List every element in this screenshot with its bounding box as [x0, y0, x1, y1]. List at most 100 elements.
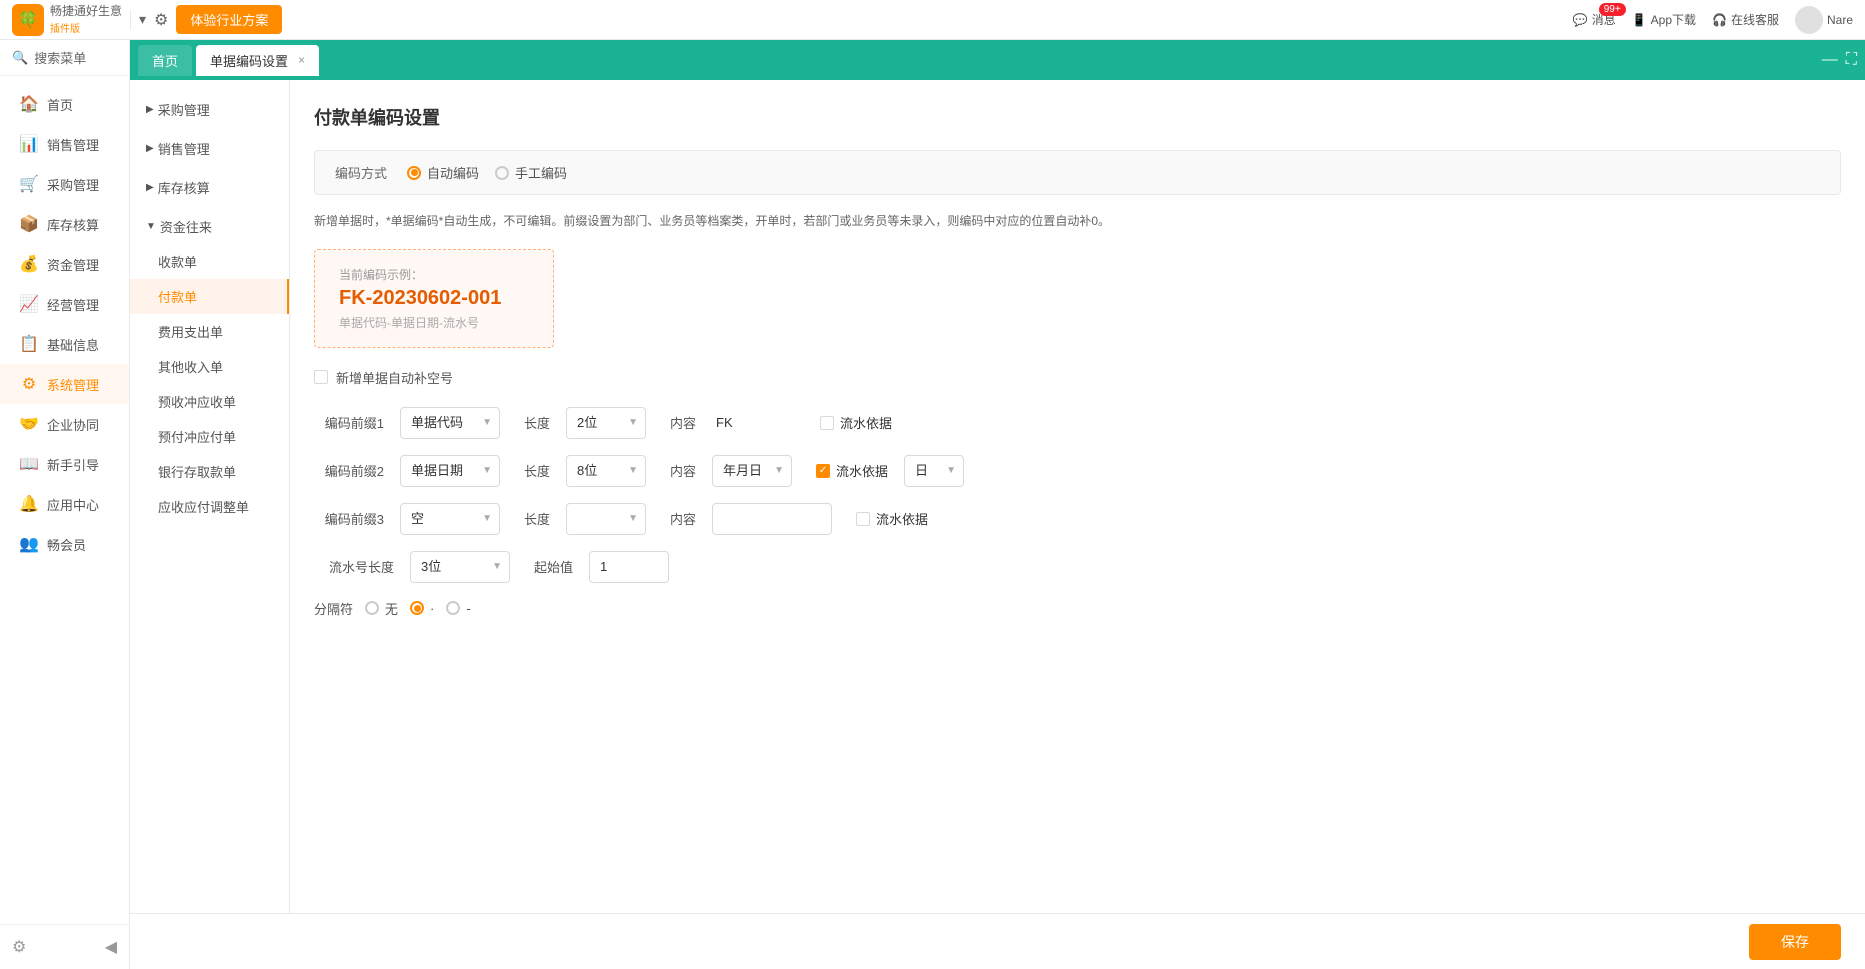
- sidebar-item-management[interactable]: 📈 经营管理: [0, 284, 129, 324]
- serial-row: 流水号长度 3位 ▼ 起始值: [314, 551, 1841, 583]
- page-title: 付款单编码设置: [314, 104, 1841, 130]
- prefix1-row: 编码前缀1 单据代码 ▼ 长度 2位 ▼ 内容: [314, 407, 1841, 439]
- length1-select-wrapper: 2位 ▼: [566, 407, 646, 439]
- sub-item-other-income[interactable]: 其他收入单: [130, 349, 289, 384]
- content3-label: 内容: [670, 509, 696, 528]
- sub-group-finance-title[interactable]: ▼ 资金往来: [130, 209, 289, 244]
- sub-item-advance-payment[interactable]: 预付冲应付单: [130, 419, 289, 454]
- sub-item-bank[interactable]: 银行存取款单: [130, 454, 289, 489]
- serial1-checkbox[interactable]: [820, 416, 834, 430]
- example-prefix: 当前编码示例：: [339, 266, 529, 283]
- sub-item-payment[interactable]: 付款单: [130, 279, 289, 314]
- settings-btn[interactable]: ⚙: [154, 10, 168, 30]
- auto-fill-label: 新增单据自动补空号: [336, 368, 453, 387]
- brand-icon: 🍀: [12, 4, 44, 36]
- sub-group-inventory-title[interactable]: ▶ 库存核算: [130, 170, 289, 205]
- home-icon: 🏠: [19, 94, 39, 114]
- brand-text: 畅捷通好生意 插件版: [50, 4, 122, 35]
- sep-dot-option[interactable]: ·: [410, 601, 434, 616]
- sidebar-item-label: 采购管理: [47, 175, 99, 194]
- sidebar-item-collab[interactable]: 🤝 企业协同: [0, 404, 129, 444]
- sidebar-item-members[interactable]: 👥 畅会员: [0, 524, 129, 564]
- prefix2-select[interactable]: 单据日期: [400, 455, 500, 487]
- sep-dash-option[interactable]: -: [446, 601, 470, 616]
- tab-settings[interactable]: 单据编码设置 ×: [196, 45, 319, 76]
- sidebar-item-label: 基础信息: [47, 335, 99, 354]
- user-area[interactable]: Nare: [1795, 6, 1853, 34]
- tab-close-icon[interactable]: ×: [298, 53, 305, 67]
- purchase-icon: 🛒: [19, 174, 39, 194]
- tab-minimize-btn[interactable]: —: [1822, 51, 1838, 69]
- top-bar-left: 🍀 畅捷通好生意 插件版 ▾ ⚙ 体验行业方案: [12, 4, 282, 36]
- sub-group-purchase-title[interactable]: ▶ 采购管理: [130, 92, 289, 127]
- sidebar-item-purchase[interactable]: 🛒 采购管理: [0, 164, 129, 204]
- auto-fill-checkbox[interactable]: [314, 370, 328, 384]
- sidebar-item-inventory[interactable]: 📦 库存核算: [0, 204, 129, 244]
- save-button[interactable]: 保存: [1749, 924, 1841, 960]
- length3-select[interactable]: [566, 503, 646, 535]
- sales-icon: 📊: [19, 134, 39, 154]
- online-service-btn[interactable]: 🎧 在线客服: [1712, 11, 1779, 28]
- serial-len-select[interactable]: 3位: [410, 551, 510, 583]
- sub-item-label: 银行存取款单: [158, 465, 236, 480]
- user-avatar: [1795, 6, 1823, 34]
- industry-btn[interactable]: 体验行业方案: [176, 5, 282, 34]
- expand-btn[interactable]: ▾: [139, 11, 146, 28]
- sub-group-label: 库存核算: [158, 178, 210, 197]
- radio-auto-label: 自动编码: [427, 163, 479, 182]
- length2-select-wrapper: 8位 ▼: [566, 455, 646, 487]
- sub-item-label: 预收冲应收单: [158, 395, 236, 410]
- content3-input[interactable]: [712, 503, 832, 535]
- sub-group-sales-title[interactable]: ▶ 销售管理: [130, 131, 289, 166]
- length1-select[interactable]: 2位: [566, 407, 646, 439]
- prefix3-select-wrapper: 空 ▼: [400, 503, 500, 535]
- radio-manual[interactable]: 手工编码: [495, 163, 567, 182]
- sub-group-inventory: ▶ 库存核算: [130, 170, 289, 205]
- separator-row: 分隔符 无 · -: [314, 599, 1841, 618]
- sidebar-item-system[interactable]: ⚙ 系统管理: [0, 364, 129, 404]
- sidebar-item-sales[interactable]: 📊 销售管理: [0, 124, 129, 164]
- inventory-icon: 📦: [19, 214, 39, 234]
- messages-btn[interactable]: 💬 消息 99+: [1573, 11, 1616, 28]
- sidebar-collapse-btn[interactable]: ◀: [105, 937, 117, 957]
- example-box: 当前编码示例： FK-20230602-001 单据代码-单据日期-流水号: [314, 249, 554, 348]
- sidebar-item-finance[interactable]: 💰 资金管理: [0, 244, 129, 284]
- prefix1-select[interactable]: 单据代码: [400, 407, 500, 439]
- content2-select[interactable]: 年月日: [712, 455, 792, 487]
- search-menu[interactable]: 🔍 搜索菜单: [0, 40, 129, 76]
- sep-dot-dot: [410, 601, 424, 615]
- sep-dash-label: -: [466, 601, 470, 616]
- sidebar-item-home[interactable]: 🏠 首页: [0, 84, 129, 124]
- sub-item-expense[interactable]: 费用支出单: [130, 314, 289, 349]
- encoding-method-row: 编码方式 自动编码 手工编码: [314, 150, 1841, 195]
- sep-none-dot: [365, 601, 379, 615]
- prefix3-select[interactable]: 空: [400, 503, 500, 535]
- sep-dash-dot: [446, 601, 460, 615]
- sub-item-receipt[interactable]: 收款单: [130, 244, 289, 279]
- tab-home[interactable]: 首页: [138, 45, 192, 76]
- radio-manual-dot: [495, 166, 509, 180]
- serial2-unit-select[interactable]: 日: [904, 455, 964, 487]
- sub-item-advance-receipt[interactable]: 预收冲应收单: [130, 384, 289, 419]
- sidebar-settings-btn[interactable]: ⚙: [12, 937, 26, 957]
- sidebar-item-apps[interactable]: 🔔 应用中心: [0, 484, 129, 524]
- tab-maximize-btn[interactable]: ⛶: [1846, 51, 1857, 69]
- serial2-checkbox[interactable]: ✓: [816, 464, 830, 478]
- sub-item-label: 其他收入单: [158, 360, 223, 375]
- messages-badge: 99+: [1599, 3, 1626, 16]
- prefix3-row: 编码前缀3 空 ▼ 长度 ▼ 内容: [314, 503, 1841, 535]
- serial2-inline: ✓ 流水依据: [816, 461, 888, 480]
- brand-sub: 插件版: [50, 20, 122, 35]
- serial3-checkbox[interactable]: [856, 512, 870, 526]
- sidebar-item-guide[interactable]: 📖 新手引导: [0, 444, 129, 484]
- length2-select[interactable]: 8位: [566, 455, 646, 487]
- start-val-label: 起始值: [534, 557, 573, 576]
- sidebar-item-basic[interactable]: 📋 基础信息: [0, 324, 129, 364]
- sub-group-finance: ▼ 资金往来 收款单 付款单 费用支出单 其他收入单: [130, 209, 289, 524]
- radio-auto[interactable]: 自动编码: [407, 163, 479, 182]
- sep-none-option[interactable]: 无: [365, 599, 398, 618]
- start-val-input[interactable]: [589, 551, 669, 583]
- app-download-btn[interactable]: 📱 App下载: [1632, 11, 1696, 28]
- sep-dot-label: ·: [430, 601, 434, 616]
- sub-item-adjust[interactable]: 应收应付调整单: [130, 489, 289, 524]
